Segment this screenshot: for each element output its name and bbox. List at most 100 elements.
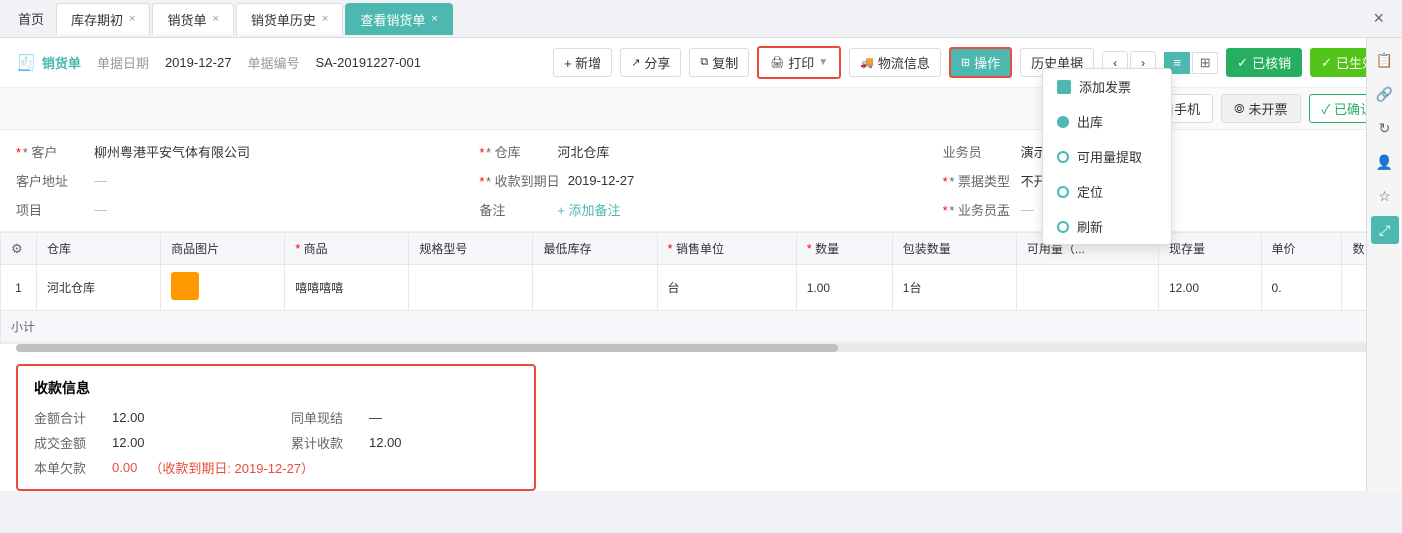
warehouse-value: 河北仓库 bbox=[557, 142, 609, 161]
warehouse-field: * * 仓库 河北仓库 bbox=[479, 142, 922, 161]
due-date-value: 2019-12-27 bbox=[568, 173, 635, 188]
new-button[interactable]: + 新增 bbox=[553, 48, 612, 77]
tab-home[interactable]: 首页 bbox=[8, 3, 54, 34]
row-min-stock bbox=[533, 265, 657, 311]
tab-inventory-label: 库存期初 bbox=[71, 10, 123, 29]
sidebar-icon-user[interactable]: 👤 bbox=[1371, 148, 1399, 176]
col-gear: ⚙ bbox=[1, 233, 37, 265]
subtotal-row: 小计 bbox=[1, 311, 1402, 343]
dropdown-menu: 添加发票 出库 可用量提取 定位 刷新 bbox=[1042, 68, 1172, 245]
owe-label: 本单欠款 bbox=[34, 458, 104, 477]
available-qty-icon bbox=[1057, 151, 1069, 163]
due-date-field: * * 收款到期日 2019-12-27 bbox=[479, 171, 922, 190]
total-label: 金额合计 bbox=[34, 408, 104, 427]
available-qty-label: 可用量提取 bbox=[1077, 147, 1142, 166]
remark-field: 备注 + 添加备注 bbox=[479, 200, 922, 219]
date-value: 2019-12-27 bbox=[165, 55, 232, 70]
gear-icon[interactable]: ⚙ bbox=[11, 241, 23, 256]
dropdown-outbound[interactable]: 出库 bbox=[1043, 104, 1171, 139]
row-unit: 台 bbox=[657, 265, 796, 311]
refresh-label: 刷新 bbox=[1077, 217, 1103, 236]
tab-sales[interactable]: 销货单 × bbox=[152, 3, 233, 35]
deal-amount-row: 成交金额 12.00 bbox=[34, 433, 261, 452]
copy-button[interactable]: ⧉ 复制 bbox=[689, 48, 749, 77]
tab-view-sales[interactable]: 查看销货单 × bbox=[345, 3, 452, 35]
cumulative-value: 12.00 bbox=[369, 435, 402, 450]
add-invoice-label: 添加发票 bbox=[1079, 77, 1131, 96]
customer-value: 柳州粤港平安气体有限公司 bbox=[94, 142, 250, 161]
row-price: 0. bbox=[1261, 265, 1342, 311]
tab-inventory-close[interactable]: × bbox=[129, 13, 135, 25]
tab-sales-history-label: 销货单历史 bbox=[251, 10, 316, 29]
dropdown-available-qty[interactable]: 可用量提取 bbox=[1043, 139, 1171, 174]
locate-icon bbox=[1057, 186, 1069, 198]
sold-label: 已核销 bbox=[1252, 53, 1291, 72]
col-pkg-qty: 包装数量 bbox=[892, 233, 1016, 265]
payment-title: 收款信息 bbox=[34, 378, 518, 398]
new-label: + 新增 bbox=[564, 53, 601, 72]
logistics-button[interactable]: 🚚 物流信息 bbox=[849, 48, 941, 77]
table-wrapper: ⚙ 仓库 商品图片 * 商品 规格型号 最低库存 * 销售单位 * 数量 包装数… bbox=[0, 232, 1402, 344]
sidebar-icon-edit[interactable]: 📋 bbox=[1371, 46, 1399, 74]
sales-label: * * 业务员盂 bbox=[943, 200, 1013, 219]
same-order-value: — bbox=[369, 410, 382, 425]
scroll-bar[interactable] bbox=[16, 344, 1386, 352]
operation-button[interactable]: ⊞ 操作 bbox=[949, 47, 1012, 78]
table-row: 1 河北仓库 嘻嘻嘻嘻 台 1.00 1台 12.00 0. bbox=[1, 265, 1402, 311]
logistics-label: 物流信息 bbox=[878, 53, 930, 72]
home-tab-label: 首页 bbox=[18, 12, 44, 27]
sidebar-icon-link[interactable]: 🔗 bbox=[1371, 80, 1399, 108]
col-spec: 规格型号 bbox=[409, 233, 533, 265]
sidebar-icon-expand[interactable]: ⤢ bbox=[1371, 216, 1399, 244]
deal-amount-label: 成交金额 bbox=[34, 433, 104, 452]
tab-sales-history-close[interactable]: × bbox=[322, 13, 328, 25]
dropdown-add-invoice[interactable]: 添加发票 bbox=[1043, 69, 1171, 104]
sidebar-icon-refresh[interactable]: ↻ bbox=[1371, 114, 1399, 142]
refresh-icon bbox=[1057, 221, 1069, 233]
share-button[interactable]: ↗ 分享 bbox=[620, 48, 681, 77]
tab-sales-close[interactable]: × bbox=[212, 13, 218, 25]
main-content: 🧾 销货单 单据日期 2019-12-27 单据编号 SA-20191227-0… bbox=[0, 38, 1402, 491]
tab-sales-history[interactable]: 销货单历史 × bbox=[236, 3, 343, 35]
staff-label: 业务员 bbox=[943, 142, 1013, 161]
owe-value: 0.00 bbox=[112, 460, 137, 475]
view-grid-button[interactable]: ⊞ bbox=[1192, 52, 1218, 74]
dropdown-refresh[interactable]: 刷新 bbox=[1043, 209, 1171, 244]
row-pkg-qty: 1台 bbox=[892, 265, 1016, 311]
total-value: 12.00 bbox=[112, 410, 145, 425]
action-bar: 📱 来自手机 ⦾ 未开票 ✓ 已确认 bbox=[0, 88, 1402, 130]
col-qty: * 数量 bbox=[796, 233, 892, 265]
page-container: 首页 库存期初 × 销货单 × 销货单历史 × 查看销货单 × × 🧾 销货单 bbox=[0, 0, 1402, 491]
no-value: SA-20191227-001 bbox=[315, 55, 421, 70]
total-amount-row: 金额合计 12.00 bbox=[34, 408, 261, 427]
owe-note: （收款到期日: 2019-12-27） bbox=[149, 458, 314, 477]
operation-label: 操作 bbox=[974, 53, 1000, 72]
tab-view-sales-close[interactable]: × bbox=[431, 13, 437, 25]
remark-add[interactable]: + 添加备注 bbox=[557, 200, 620, 219]
form-section: * * 客户 柳州粤港平安气体有限公司 * * 仓库 河北仓库 业务员 演示账号… bbox=[0, 130, 1402, 232]
not-open-button[interactable]: ⦾ 未开票 bbox=[1221, 94, 1300, 123]
outbound-label: 出库 bbox=[1077, 112, 1103, 131]
page-close-button[interactable]: × bbox=[1363, 8, 1394, 29]
row-current: 12.00 bbox=[1159, 265, 1262, 311]
locate-label: 定位 bbox=[1077, 182, 1103, 201]
doc-title: 🧾 销货单 bbox=[16, 53, 81, 73]
same-order-label: 同单现结 bbox=[291, 408, 361, 427]
customer-label: * * 客户 bbox=[16, 142, 86, 161]
col-img: 商品图片 bbox=[161, 233, 285, 265]
deal-amount-value: 12.00 bbox=[112, 435, 145, 450]
tab-bar: 首页 库存期初 × 销货单 × 销货单历史 × 查看销货单 × × bbox=[0, 0, 1402, 38]
sidebar-icon-star[interactable]: ☆ bbox=[1371, 182, 1399, 210]
ticket-type-label: * * 票据类型 bbox=[943, 171, 1013, 190]
cumulative-label: 累计收款 bbox=[291, 433, 361, 452]
tab-inventory[interactable]: 库存期初 × bbox=[56, 3, 150, 35]
col-current: 现存量 bbox=[1159, 233, 1262, 265]
print-button[interactable]: 🖨 打印 ▼ bbox=[760, 49, 838, 76]
sold-button[interactable]: ✓ 已核销 bbox=[1226, 48, 1302, 77]
no-label: 单据编号 bbox=[247, 53, 299, 72]
sales-value: — bbox=[1021, 202, 1034, 217]
project-value: — bbox=[94, 202, 107, 217]
col-warehouse: 仓库 bbox=[37, 233, 161, 265]
date-label: 单据日期 bbox=[97, 53, 149, 72]
dropdown-locate[interactable]: 定位 bbox=[1043, 174, 1171, 209]
